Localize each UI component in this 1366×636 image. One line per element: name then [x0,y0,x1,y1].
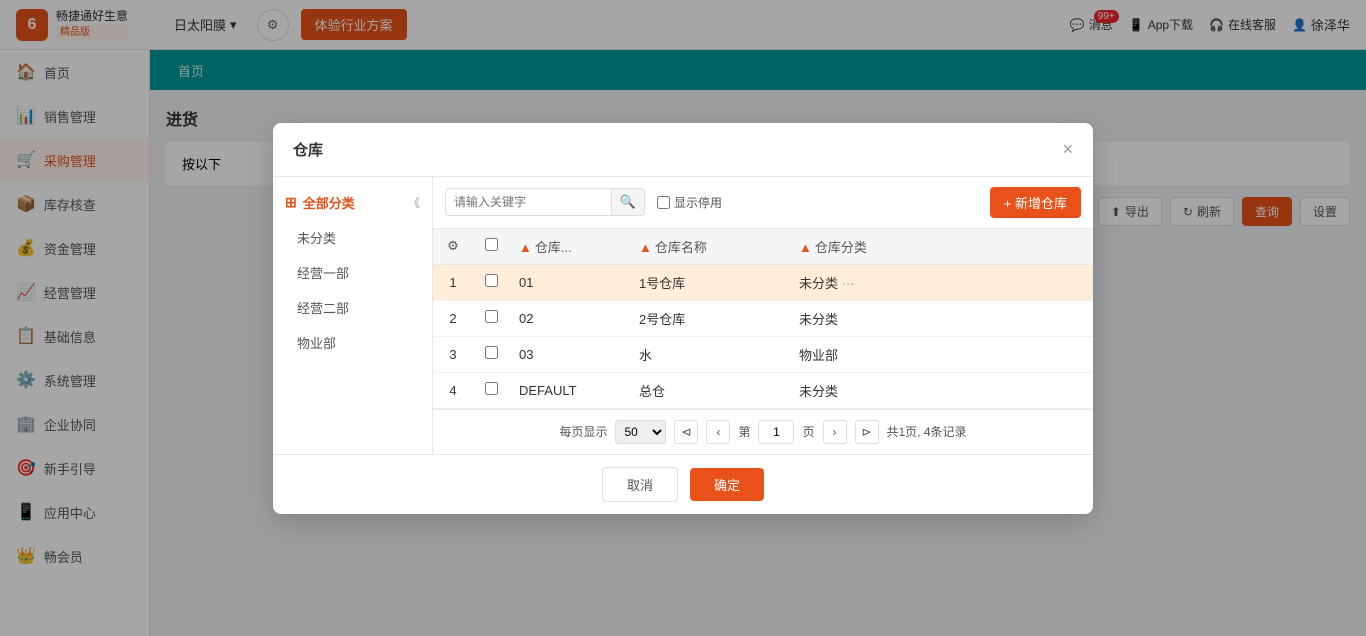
table-row: 3 03 水 物业部 [433,336,1093,372]
row-category: 未分类 ··· [789,264,1093,300]
th-checkbox [473,229,509,265]
row-index: 4 [433,372,473,408]
collapse-button[interactable]: 《 [408,194,420,211]
modal-header: 仓库 × [273,123,1093,177]
modal-title: 仓库 [293,139,323,160]
modal-body: ⊞ 全部分类 《 未分类 经营一部 经营二部 物业部 🔍 [273,177,1093,454]
page-label: 第 [738,423,750,440]
total-label: 共1页, 4条记录 [887,423,967,440]
row-code: 01 [509,264,629,300]
row-name: 水 [629,336,789,372]
cat-item-unclassified[interactable]: 未分类 [273,220,432,255]
table-row: 4 DEFAULT 总仓 未分类 [433,372,1093,408]
row-checkbox[interactable] [473,336,509,372]
per-page-select[interactable]: 50 10 20 100 [615,420,666,444]
row-name: 2号仓库 [629,300,789,336]
row-name: 1号仓库 [629,264,789,300]
grid-icon: ⊞ [285,194,297,211]
cat-item-business2[interactable]: 经营二部 [273,290,432,325]
data-table: ⚙ ▲仓库... ▲仓库名称 ▲仓库分类 1 01 [433,229,1093,409]
show-disabled-checkbox[interactable] [657,196,670,209]
search-input[interactable] [446,190,611,214]
warehouse-table: ⚙ ▲仓库... ▲仓库名称 ▲仓库分类 1 01 [433,229,1093,409]
row-index: 2 [433,300,473,336]
row-name: 总仓 [629,372,789,408]
row-checkbox[interactable] [473,264,509,300]
new-warehouse-button[interactable]: + 新增仓库 [990,187,1081,218]
select-all-checkbox[interactable] [485,238,498,251]
confirm-button[interactable]: 确定 [690,468,764,501]
row-code: 02 [509,300,629,336]
row-checkbox[interactable] [473,372,509,408]
warehouse-modal: 仓库 × ⊞ 全部分类 《 未分类 经营一部 经营二部 物业部 [273,123,1093,514]
cat-item-business1[interactable]: 经营一部 [273,255,432,290]
page-unit: 页 [802,423,814,440]
table-row: 1 01 1号仓库 未分类 ··· [433,264,1093,300]
row-code: DEFAULT [509,372,629,408]
search-button[interactable]: 🔍 [611,189,644,215]
table-header: ⚙ ▲仓库... ▲仓库名称 ▲仓库分类 [433,229,1093,265]
category-sidebar: ⊞ 全部分类 《 未分类 经营一部 经营二部 物业部 [273,177,433,454]
row-category: 物业部 [789,336,1093,372]
ellipsis-menu[interactable]: ··· [842,276,855,291]
th-category: ▲仓库分类 [789,229,1093,265]
row-code: 03 [509,336,629,372]
table-row: 2 02 2号仓库 未分类 [433,300,1093,336]
prev-page-button[interactable]: ‹ [706,420,730,444]
row-index: 1 [433,264,473,300]
per-page-label: 每页显示 [559,423,607,440]
row-category: 未分类 [789,372,1093,408]
next-page-button[interactable]: › [823,420,847,444]
row-index: 3 [433,336,473,372]
table-area: 🔍 显示停用 + 新增仓库 ⚙ [433,177,1093,454]
cat-item-property[interactable]: 物业部 [273,325,432,360]
modal-overlay: 仓库 × ⊞ 全部分类 《 未分类 经营一部 经营二部 物业部 [0,0,1366,636]
last-page-button[interactable]: ⊳ [855,420,879,444]
table-toolbar: 🔍 显示停用 + 新增仓库 [433,177,1093,229]
cancel-button[interactable]: 取消 [602,467,678,502]
first-page-button[interactable]: ⊲ [674,420,698,444]
pagination: 每页显示 50 10 20 100 ⊲ ‹ 第 页 › ⊳ 共1页, 4条记录 [433,409,1093,454]
search-box: 🔍 [445,188,645,216]
page-input[interactable] [758,420,794,444]
all-categories-label: ⊞ 全部分类 [285,193,355,212]
show-disabled-label[interactable]: 显示停用 [657,194,722,211]
row-category: 未分类 [789,300,1093,336]
row-checkbox[interactable] [473,300,509,336]
th-settings: ⚙ [433,229,473,265]
th-code: ▲仓库... [509,229,629,265]
modal-close-button[interactable]: × [1062,140,1073,158]
modal-footer: 取消 确定 [273,454,1093,514]
table-body: 1 01 1号仓库 未分类 ··· 2 02 2号仓库 [433,264,1093,408]
th-name: ▲仓库名称 [629,229,789,265]
category-header[interactable]: ⊞ 全部分类 《 [273,185,432,220]
